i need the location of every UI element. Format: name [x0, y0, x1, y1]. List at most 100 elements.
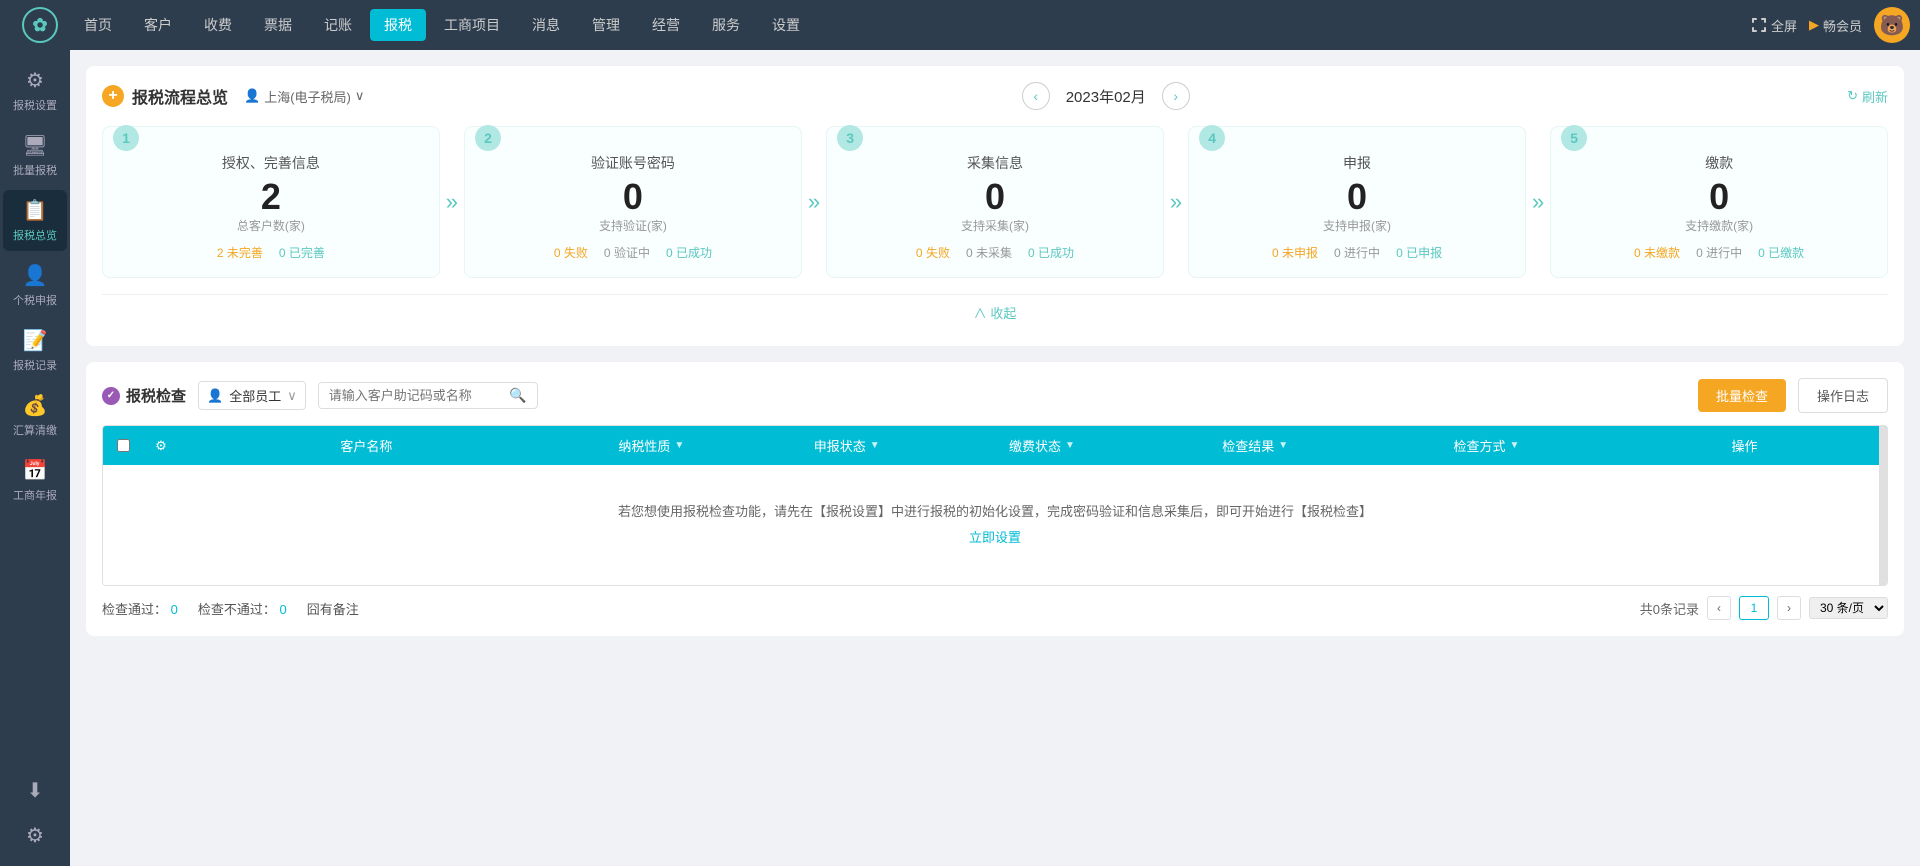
fullscreen-button[interactable]: 全屏 [1751, 16, 1797, 35]
th-declare-status[interactable]: 申报状态 ▼ [749, 426, 944, 465]
table-header: ⚙ 客户名称 纳税性质 ▼ 申报状态 ▼ 缴费状态 ▼ 检查 [103, 426, 1887, 465]
batch-tax-icon: 🖥 [22, 133, 47, 158]
sidebar-item-batch-tax[interactable]: 🖥 批量报税 [3, 125, 67, 186]
stat-ok-5[interactable]: 0 已缴款 [1758, 244, 1804, 261]
sidebar-item-personal-tax[interactable]: 👤 个税申报 [3, 255, 67, 316]
sidebar-label-tax-overview: 报税总览 [13, 227, 57, 243]
nav-settings[interactable]: 设置 [758, 9, 814, 41]
arrow-3-4: » [1164, 189, 1188, 215]
tax-overview-icon: 📋 [23, 198, 48, 223]
stat-fail-5[interactable]: 0 未缴款 [1634, 244, 1680, 261]
prev-page-button[interactable]: ‹ [1707, 596, 1731, 620]
step-sub-5: 支持缴款(家) [1685, 217, 1753, 234]
nav-home[interactable]: 首页 [70, 9, 126, 41]
nav-business[interactable]: 工商项目 [430, 9, 514, 41]
user-avatar[interactable]: 🐻 [1874, 7, 1910, 43]
th-gear[interactable]: ⚙ [143, 426, 179, 465]
check-panel: ✓ 报税检查 👤 全部员工 ∨ 🔍 批量检查 操作日志 ⚙ [86, 362, 1904, 636]
staff-icon: 👤 [207, 388, 223, 404]
sidebar-label-tax-settings: 报税设置 [13, 97, 57, 113]
batch-check-button[interactable]: 批量检查 [1698, 379, 1786, 412]
search-input[interactable] [319, 383, 500, 408]
stat-ok-4[interactable]: 0 已申报 [1396, 244, 1442, 261]
scrollbar[interactable] [1879, 426, 1887, 585]
remark-label: 囧有备注 [307, 599, 359, 618]
footer-pagination: 共0条记录 ‹ 1 › 30 条/页 [1640, 596, 1888, 620]
next-page-button[interactable]: › [1777, 596, 1801, 620]
flow-steps-wrapper: 1 授权、完善信息 2 总客户数(家) 2 未完善 0 已完善 » 2 验证账号… [102, 126, 1888, 278]
step-title-3: 采集信息 [967, 153, 1023, 173]
th-tax-type[interactable]: 纳税性质 ▼ [554, 426, 749, 465]
sidebar-item-tax-records[interactable]: 📝 报税记录 [3, 320, 67, 381]
stat-ok-1[interactable]: 0 已完善 [279, 244, 325, 261]
refresh-button[interactable]: ↻ 刷新 [1847, 87, 1888, 106]
staff-selector[interactable]: 👤 全部员工 ∨ [198, 381, 306, 410]
chevron-down-icon: ∨ [355, 88, 365, 104]
prev-month-button[interactable]: ‹ [1022, 82, 1050, 110]
left-sidebar: ⚙ 报税设置 🖥 批量报税 📋 报税总览 👤 个税申报 📝 报税记录 💰 汇算清… [0, 50, 70, 866]
sidebar-download[interactable]: ⬇ [3, 770, 67, 811]
filter-icon-result: ▼ [1278, 440, 1288, 451]
nav-management[interactable]: 管理 [578, 9, 634, 41]
select-all-checkbox[interactable] [117, 439, 130, 452]
plus-icon: + [102, 85, 124, 107]
nav-operation[interactable]: 经营 [638, 9, 694, 41]
location-selector[interactable]: 👤 上海(电子税局) ∨ [244, 87, 364, 106]
step-stats-4: 0 未申报 0 进行中 0 已申报 [1272, 244, 1442, 261]
download-icon: ⬇ [27, 778, 44, 803]
sidebar-item-settlement[interactable]: 💰 汇算清缴 [3, 385, 67, 446]
stat-fail-2[interactable]: 0 失败 [554, 244, 588, 261]
current-page: 1 [1739, 596, 1769, 620]
stat-ok-2[interactable]: 0 已成功 [666, 244, 712, 261]
stat-fail-3[interactable]: 0 失败 [916, 244, 950, 261]
stat-mid-5: 0 进行中 [1696, 244, 1742, 261]
setup-link[interactable]: 立即设置 [969, 525, 1021, 551]
fail-link[interactable]: 0 [280, 602, 287, 617]
sidebar-settings[interactable]: ⚙ [3, 815, 67, 856]
stat-fail-1[interactable]: 2 未完善 [217, 244, 263, 261]
filter-icon-tax: ▼ [674, 440, 684, 451]
nav-fee[interactable]: 收费 [190, 9, 246, 41]
nav-bookkeeping[interactable]: 记账 [310, 9, 366, 41]
pass-link[interactable]: 0 [171, 602, 178, 617]
step-stats-2: 0 失败 0 验证中 0 已成功 [554, 244, 712, 261]
check-table: ⚙ 客户名称 纳税性质 ▼ 申报状态 ▼ 缴费状态 ▼ 检查 [102, 425, 1888, 586]
filter-icon-pay: ▼ [1065, 440, 1075, 451]
step-number-2: 2 [475, 125, 501, 151]
nav-service[interactable]: 服务 [698, 9, 754, 41]
check-header: ✓ 报税检查 👤 全部员工 ∨ 🔍 批量检查 操作日志 [102, 378, 1888, 413]
th-check-method[interactable]: 检查方式 ▼ [1371, 426, 1602, 465]
next-month-button[interactable]: › [1162, 82, 1190, 110]
table-empty-body: 若您想使用报税检查功能，请先在【报税设置】中进行报税的初始化设置，完成密码验证和… [103, 465, 1887, 585]
stat-ok-3[interactable]: 0 已成功 [1028, 244, 1074, 261]
arrow-1-2: » [440, 189, 464, 215]
flow-title: + 报税流程总览 [102, 84, 228, 108]
nav-customer[interactable]: 客户 [130, 9, 186, 41]
nav-invoice[interactable]: 票据 [250, 9, 306, 41]
sidebar-item-annual-report[interactable]: 📅 工商年报 [3, 450, 67, 511]
operation-log-button[interactable]: 操作日志 [1798, 378, 1888, 413]
check-title: ✓ 报税检查 [102, 385, 186, 406]
sidebar-item-tax-settings[interactable]: ⚙ 报税设置 [3, 60, 67, 121]
fail-count: 检查不通过： 0 [198, 599, 287, 618]
step-count-5: 0 [1709, 179, 1729, 215]
stat-fail-4[interactable]: 0 未申报 [1272, 244, 1318, 261]
sidebar-item-tax-overview[interactable]: 📋 报税总览 [3, 190, 67, 251]
th-check-result[interactable]: 检查结果 ▼ [1140, 426, 1371, 465]
stat-mid-3: 0 未采集 [966, 244, 1012, 261]
step-stats-3: 0 失败 0 未采集 0 已成功 [916, 244, 1074, 261]
collapse-button[interactable]: ∧ 收起 [102, 295, 1888, 330]
nav-message[interactable]: 消息 [518, 9, 574, 41]
step-count-1: 2 [261, 179, 281, 215]
nav-tax[interactable]: 报税 [370, 9, 426, 41]
th-pay-status[interactable]: 缴费状态 ▼ [944, 426, 1139, 465]
per-page-select[interactable]: 30 条/页 [1809, 597, 1888, 619]
nav-menu: 首页 客户 收费 票据 记账 报税 工商项目 消息 管理 经营 服务 设置 [70, 9, 1751, 41]
check-icon: ✓ [102, 387, 120, 405]
flow-step-4: 4 申报 0 支持申报(家) 0 未申报 0 进行中 0 已申报 [1188, 126, 1526, 278]
member-button[interactable]: ▶ 畅会员 [1809, 16, 1862, 35]
step-count-2: 0 [623, 179, 643, 215]
search-button[interactable]: 🔍 [499, 387, 536, 404]
step-title-4: 申报 [1343, 153, 1371, 173]
arrow-2-3: » [802, 189, 826, 215]
